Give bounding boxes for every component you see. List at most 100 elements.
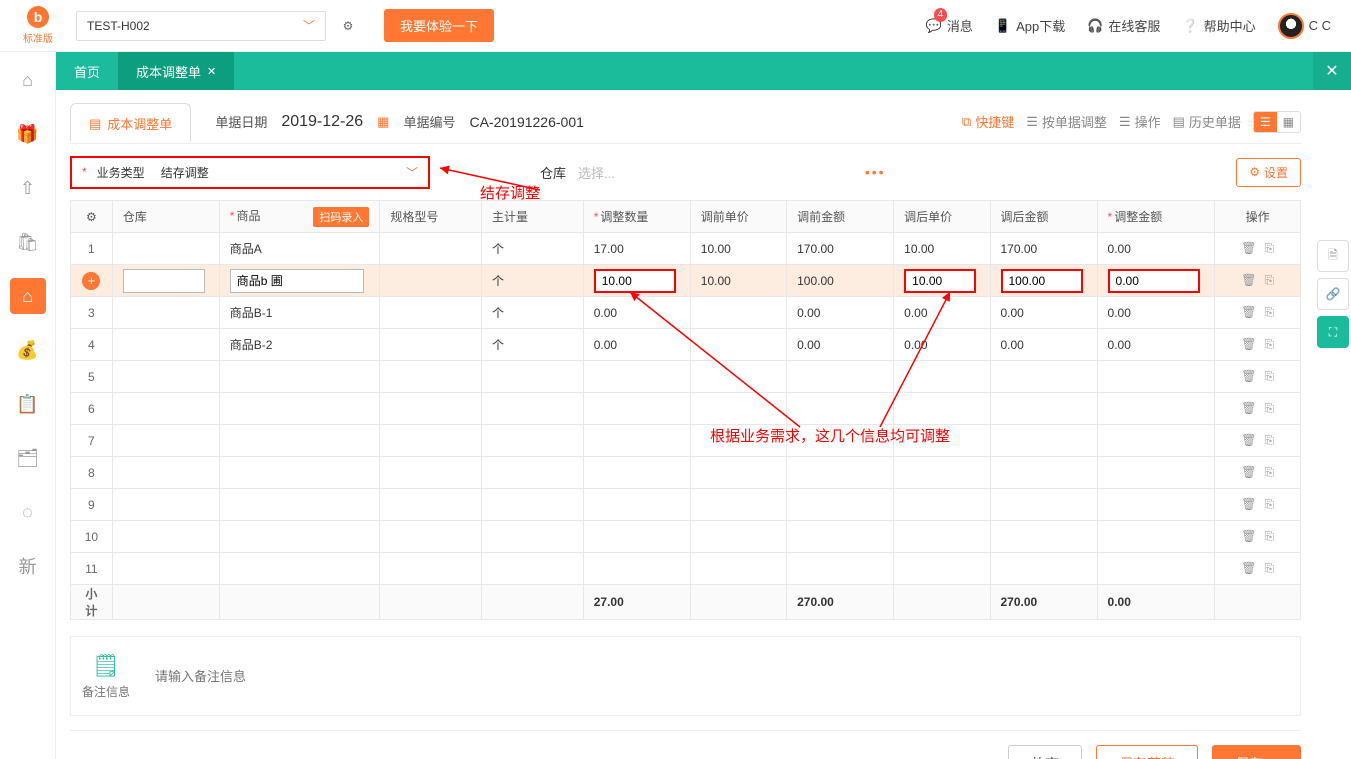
cell-product[interactable] xyxy=(219,521,380,553)
cell-warehouse[interactable] xyxy=(112,233,219,265)
cell-spec[interactable] xyxy=(380,297,482,329)
dock-expand-icon[interactable]: ⛶ xyxy=(1317,316,1349,348)
close-all-tabs[interactable]: ✕ xyxy=(1313,52,1351,90)
cell-spec[interactable] xyxy=(380,489,482,521)
cell-post-price[interactable] xyxy=(894,393,990,425)
dock-link-icon[interactable]: 🔗 xyxy=(1317,278,1349,310)
trial-button[interactable]: 我要体验一下 xyxy=(384,9,494,42)
cell-warehouse[interactable] xyxy=(112,393,219,425)
copy-icon[interactable]: ⎘ xyxy=(1264,433,1274,447)
cell-post-price[interactable]: 0.00 xyxy=(894,297,990,329)
cell-adj-amount[interactable] xyxy=(1097,361,1215,393)
delete-icon[interactable]: 🗑 xyxy=(1241,465,1256,479)
cell-warehouse[interactable] xyxy=(112,297,219,329)
cell-spec[interactable] xyxy=(380,425,482,457)
table-row[interactable]: 4商品B-2个0.000.000.000.000.00🗑⎘ xyxy=(71,329,1301,361)
close-icon[interactable]: ✕ xyxy=(207,65,216,78)
cell-post-price[interactable] xyxy=(894,265,990,297)
cell-warehouse[interactable] xyxy=(112,553,219,585)
delete-icon[interactable]: 🗑 xyxy=(1241,273,1256,287)
cell-qty[interactable]: 17.00 xyxy=(583,233,690,265)
save-button[interactable]: 保存 ▾ xyxy=(1212,745,1301,759)
document-tab[interactable]: ▤ 成本调整单 xyxy=(70,103,191,142)
gear-icon[interactable]: ⚙ xyxy=(336,14,360,38)
cell-warehouse[interactable] xyxy=(112,425,219,457)
cell-qty[interactable] xyxy=(583,553,690,585)
copy-icon[interactable]: ⎘ xyxy=(1264,529,1274,543)
scan-button[interactable]: 扫码录入 xyxy=(313,207,369,227)
more-icon[interactable]: ••• xyxy=(865,164,886,180)
calendar-icon[interactable]: ▦ xyxy=(377,114,389,130)
col-gear[interactable]: ⚙ xyxy=(71,201,113,233)
cell-product[interactable] xyxy=(219,393,380,425)
cell-spec[interactable] xyxy=(380,233,482,265)
table-row[interactable]: 3商品B-1个0.000.000.000.000.00🗑⎘ xyxy=(71,297,1301,329)
cell-adj-amount[interactable] xyxy=(1097,521,1215,553)
cell-qty[interactable] xyxy=(583,457,690,489)
cell-post-price[interactable] xyxy=(894,521,990,553)
cell-warehouse[interactable] xyxy=(112,489,219,521)
cell-product[interactable]: 商品B-2 xyxy=(219,329,380,361)
cell-warehouse[interactable] xyxy=(112,329,219,361)
table-row[interactable]: 6🗑⎘ xyxy=(71,393,1301,425)
cell-spec[interactable] xyxy=(380,521,482,553)
history-link[interactable]: ▤ 历史单据 xyxy=(1173,112,1241,131)
copy-icon[interactable]: ⎘ xyxy=(1264,241,1274,255)
date-value[interactable]: 2019-12-26 xyxy=(281,113,363,131)
nav-inventory-icon[interactable]: ⌂ xyxy=(10,278,46,314)
table-row[interactable]: 7🗑⎘ xyxy=(71,425,1301,457)
cell-qty[interactable] xyxy=(583,361,690,393)
settings-button[interactable]: ⚙ 设置 xyxy=(1236,158,1301,187)
table-row[interactable]: +个10.00100.00🗑⎘ xyxy=(71,265,1301,297)
cell-post-price[interactable] xyxy=(894,361,990,393)
table-row[interactable]: 5🗑⎘ xyxy=(71,361,1301,393)
cell-product[interactable] xyxy=(219,361,380,393)
delete-icon[interactable]: 🗑 xyxy=(1241,433,1256,447)
nav-bag-icon[interactable]: 🛍 xyxy=(10,224,46,260)
cell-post-amount[interactable] xyxy=(990,521,1097,553)
table-row[interactable]: 8🗑⎘ xyxy=(71,457,1301,489)
nav-clipboard-icon[interactable]: 📋 xyxy=(10,386,46,422)
app-download-link[interactable]: 📱 App下载 xyxy=(995,16,1065,35)
view-grid-icon[interactable]: ▦ xyxy=(1277,112,1300,132)
nav-home-icon[interactable]: ⌂ xyxy=(10,62,46,98)
post-amount-input[interactable] xyxy=(1001,269,1084,293)
table-row[interactable]: 1商品A个17.0010.00170.0010.00170.000.00🗑⎘ xyxy=(71,233,1301,265)
messages-link[interactable]: 💬 4 消息 xyxy=(926,16,973,35)
warehouse-select[interactable]: 仓库 选择... xyxy=(540,163,615,182)
cell-qty[interactable] xyxy=(583,521,690,553)
table-row[interactable]: 10🗑⎘ xyxy=(71,521,1301,553)
cell-spec[interactable] xyxy=(380,553,482,585)
batch-adjust-link[interactable]: ☰ 按单据调整 xyxy=(1026,112,1107,131)
cell-warehouse[interactable] xyxy=(112,265,219,297)
cell-spec[interactable] xyxy=(380,393,482,425)
org-selector[interactable]: TEST-H002 ﹀ xyxy=(76,11,326,41)
delete-icon[interactable]: 🗑 xyxy=(1241,529,1256,543)
cell-post-price[interactable] xyxy=(894,457,990,489)
copy-icon[interactable]: ⎘ xyxy=(1264,561,1274,575)
table-row[interactable]: 11🗑⎘ xyxy=(71,553,1301,585)
cell-adj-amount[interactable] xyxy=(1097,457,1215,489)
cell-product[interactable]: 商品A xyxy=(219,233,380,265)
qty-input[interactable] xyxy=(594,269,677,293)
cell-qty[interactable] xyxy=(583,265,690,297)
tab-home[interactable]: 首页 xyxy=(56,52,118,90)
copy-icon[interactable]: ⎘ xyxy=(1264,465,1274,479)
view-list-icon[interactable]: ☰ xyxy=(1254,112,1277,132)
product-input[interactable] xyxy=(230,269,364,293)
cell-adj-amount[interactable]: 0.00 xyxy=(1097,329,1215,361)
nav-new-icon[interactable]: 新 xyxy=(10,548,46,584)
cell-product[interactable] xyxy=(219,489,380,521)
adj-amount-input[interactable] xyxy=(1108,269,1201,293)
cell-post-amount[interactable]: 0.00 xyxy=(990,297,1097,329)
cell-adj-amount[interactable]: 0.00 xyxy=(1097,297,1215,329)
cell-post-price[interactable] xyxy=(894,489,990,521)
cell-warehouse[interactable] xyxy=(112,361,219,393)
remark-input[interactable] xyxy=(141,637,1300,715)
cell-post-amount[interactable]: 170.00 xyxy=(990,233,1097,265)
dock-note-icon[interactable]: 🗎 xyxy=(1317,240,1349,272)
cell-qty[interactable]: 0.00 xyxy=(583,297,690,329)
cell-post-amount[interactable] xyxy=(990,425,1097,457)
post-price-input[interactable] xyxy=(904,269,976,293)
cell-product[interactable] xyxy=(219,553,380,585)
